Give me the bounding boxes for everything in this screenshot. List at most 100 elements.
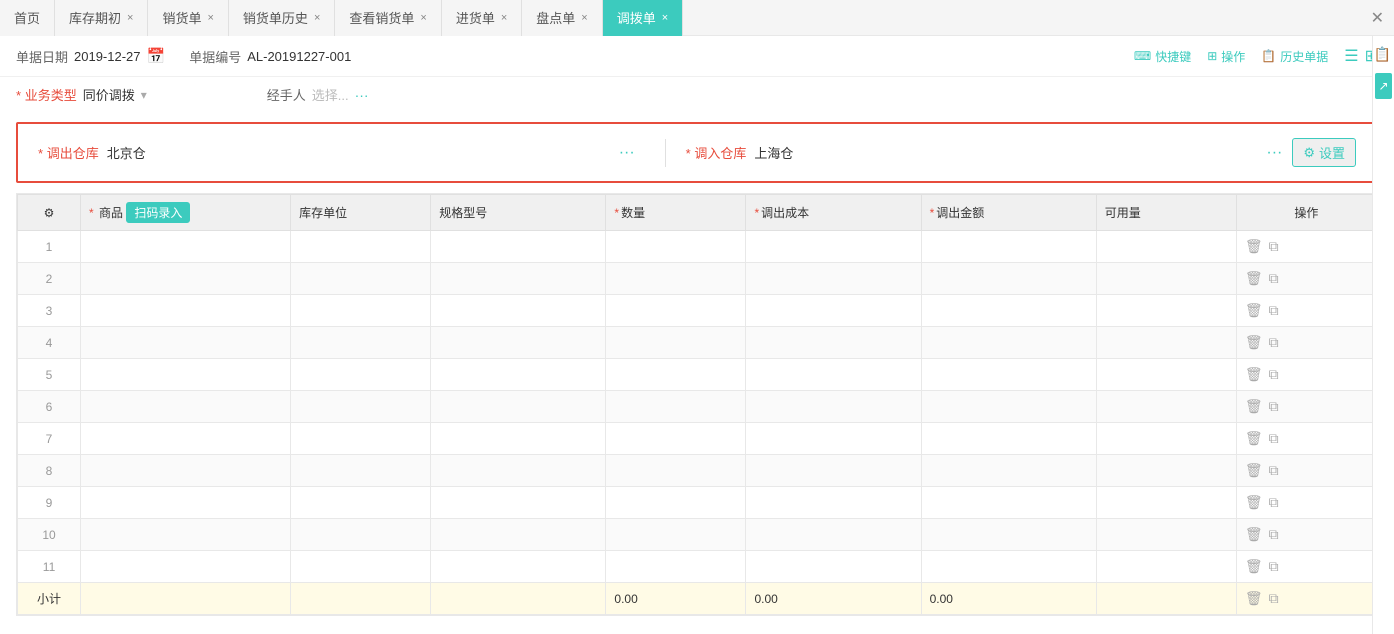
cell-qty[interactable] bbox=[606, 327, 746, 359]
calendar-icon[interactable]: 📅 bbox=[147, 47, 166, 65]
tabs-close-all-button[interactable]: ✕ bbox=[1361, 8, 1394, 28]
cell-spec[interactable] bbox=[431, 231, 606, 263]
copy-icon[interactable]: ⧉ bbox=[1269, 398, 1279, 415]
cell-unit[interactable] bbox=[291, 295, 431, 327]
business-type-select[interactable]: 同价调拨 ▾ bbox=[83, 85, 243, 104]
cell-available[interactable] bbox=[1096, 519, 1236, 551]
copy-icon[interactable]: ⧉ bbox=[1269, 462, 1279, 479]
cell-product[interactable] bbox=[81, 551, 291, 583]
cell-unit[interactable] bbox=[291, 423, 431, 455]
cell-amount[interactable] bbox=[921, 327, 1096, 359]
warehouse-in-more-icon[interactable]: ··· bbox=[1266, 144, 1282, 162]
delete-icon[interactable]: 🗑 bbox=[1245, 398, 1263, 415]
tab-inventory-init-close[interactable]: × bbox=[127, 12, 133, 24]
tab-view-sales-close[interactable]: × bbox=[420, 12, 426, 24]
cell-spec[interactable] bbox=[431, 263, 606, 295]
delete-icon[interactable]: 🗑 bbox=[1245, 558, 1263, 575]
cell-qty[interactable] bbox=[606, 423, 746, 455]
cell-cost[interactable] bbox=[746, 359, 921, 391]
tab-purchase[interactable]: 进货单 × bbox=[442, 0, 522, 36]
cell-available[interactable] bbox=[1096, 263, 1236, 295]
cell-product[interactable] bbox=[81, 327, 291, 359]
cell-unit[interactable] bbox=[291, 519, 431, 551]
tab-home[interactable]: 首页 bbox=[0, 0, 55, 36]
warehouse-out-more-icon[interactable]: ··· bbox=[619, 144, 635, 162]
cell-product[interactable] bbox=[81, 487, 291, 519]
cell-qty[interactable] bbox=[606, 487, 746, 519]
cell-qty[interactable] bbox=[606, 519, 746, 551]
cell-cost[interactable] bbox=[746, 487, 921, 519]
cell-unit[interactable] bbox=[291, 327, 431, 359]
cell-spec[interactable] bbox=[431, 487, 606, 519]
cell-amount[interactable] bbox=[921, 487, 1096, 519]
cell-spec[interactable] bbox=[431, 519, 606, 551]
cell-amount[interactable] bbox=[921, 295, 1096, 327]
cell-product[interactable] bbox=[81, 423, 291, 455]
cell-available[interactable] bbox=[1096, 295, 1236, 327]
cell-amount[interactable] bbox=[921, 519, 1096, 551]
cell-amount[interactable] bbox=[921, 551, 1096, 583]
sidebar-note-icon[interactable]: 📋 bbox=[1376, 46, 1392, 63]
cell-unit[interactable] bbox=[291, 263, 431, 295]
cell-unit[interactable] bbox=[291, 231, 431, 263]
cell-product[interactable] bbox=[81, 295, 291, 327]
delete-icon[interactable]: 🗑 bbox=[1245, 526, 1263, 543]
cell-amount[interactable] bbox=[921, 391, 1096, 423]
cell-product[interactable] bbox=[81, 263, 291, 295]
history-action[interactable]: 📋 历史单据 bbox=[1261, 48, 1328, 65]
cell-cost[interactable] bbox=[746, 391, 921, 423]
cell-spec[interactable] bbox=[431, 455, 606, 487]
cell-product[interactable] bbox=[81, 231, 291, 263]
copy-icon[interactable]: ⧉ bbox=[1269, 366, 1279, 383]
cell-cost[interactable] bbox=[746, 295, 921, 327]
tab-sales-history[interactable]: 销货单历史 × bbox=[229, 0, 335, 36]
settings-button[interactable]: ⚙ 设置 bbox=[1292, 138, 1356, 167]
copy-icon[interactable]: ⧉ bbox=[1269, 558, 1279, 575]
copy-icon[interactable]: ⧉ bbox=[1269, 494, 1279, 511]
person-more-icon[interactable]: ··· bbox=[355, 87, 369, 103]
copy-icon[interactable]: ⧉ bbox=[1269, 302, 1279, 319]
view-toggle-list[interactable]: ☰ bbox=[1344, 46, 1358, 66]
cell-qty[interactable] bbox=[606, 551, 746, 583]
delete-icon[interactable]: 🗑 bbox=[1245, 590, 1263, 607]
cell-spec[interactable] bbox=[431, 327, 606, 359]
delete-icon[interactable]: 🗑 bbox=[1245, 366, 1263, 383]
tab-sales[interactable]: 销货单 × bbox=[148, 0, 228, 36]
cell-amount[interactable] bbox=[921, 231, 1096, 263]
cell-amount[interactable] bbox=[921, 455, 1096, 487]
delete-icon[interactable]: 🗑 bbox=[1245, 430, 1263, 447]
cell-qty[interactable] bbox=[606, 391, 746, 423]
tab-inventory-check[interactable]: 盘点单 × bbox=[522, 0, 602, 36]
cell-available[interactable] bbox=[1096, 487, 1236, 519]
tab-sales-history-close[interactable]: × bbox=[314, 12, 320, 24]
cell-available[interactable] bbox=[1096, 391, 1236, 423]
delete-icon[interactable]: 🗑 bbox=[1245, 302, 1263, 319]
cell-spec[interactable] bbox=[431, 295, 606, 327]
tab-transfer[interactable]: 调拨单 × bbox=[603, 0, 683, 36]
cell-qty[interactable] bbox=[606, 359, 746, 391]
cell-amount[interactable] bbox=[921, 359, 1096, 391]
cell-qty[interactable] bbox=[606, 231, 746, 263]
cell-available[interactable] bbox=[1096, 231, 1236, 263]
cell-spec[interactable] bbox=[431, 391, 606, 423]
cell-available[interactable] bbox=[1096, 455, 1236, 487]
tab-transfer-close[interactable]: × bbox=[662, 12, 668, 24]
sidebar-export-icon[interactable]: ↗ bbox=[1375, 73, 1391, 99]
copy-icon[interactable]: ⧉ bbox=[1269, 526, 1279, 543]
tab-inventory-check-close[interactable]: × bbox=[581, 12, 587, 24]
copy-icon[interactable]: ⧉ bbox=[1269, 270, 1279, 287]
col-gear[interactable]: ⚙ bbox=[18, 195, 81, 231]
person-placeholder[interactable]: 选择... bbox=[312, 85, 349, 104]
cell-spec[interactable] bbox=[431, 359, 606, 391]
delete-icon[interactable]: 🗑 bbox=[1245, 494, 1263, 511]
cell-cost[interactable] bbox=[746, 519, 921, 551]
delete-icon[interactable]: 🗑 bbox=[1245, 334, 1263, 351]
cell-unit[interactable] bbox=[291, 455, 431, 487]
delete-icon[interactable]: 🗑 bbox=[1245, 462, 1263, 479]
cell-unit[interactable] bbox=[291, 551, 431, 583]
cell-product[interactable] bbox=[81, 391, 291, 423]
cell-amount[interactable] bbox=[921, 423, 1096, 455]
scan-button[interactable]: 扫码录入 bbox=[126, 202, 190, 223]
tab-inventory-init[interactable]: 库存期初 × bbox=[55, 0, 148, 36]
copy-icon[interactable]: ⧉ bbox=[1269, 238, 1279, 255]
